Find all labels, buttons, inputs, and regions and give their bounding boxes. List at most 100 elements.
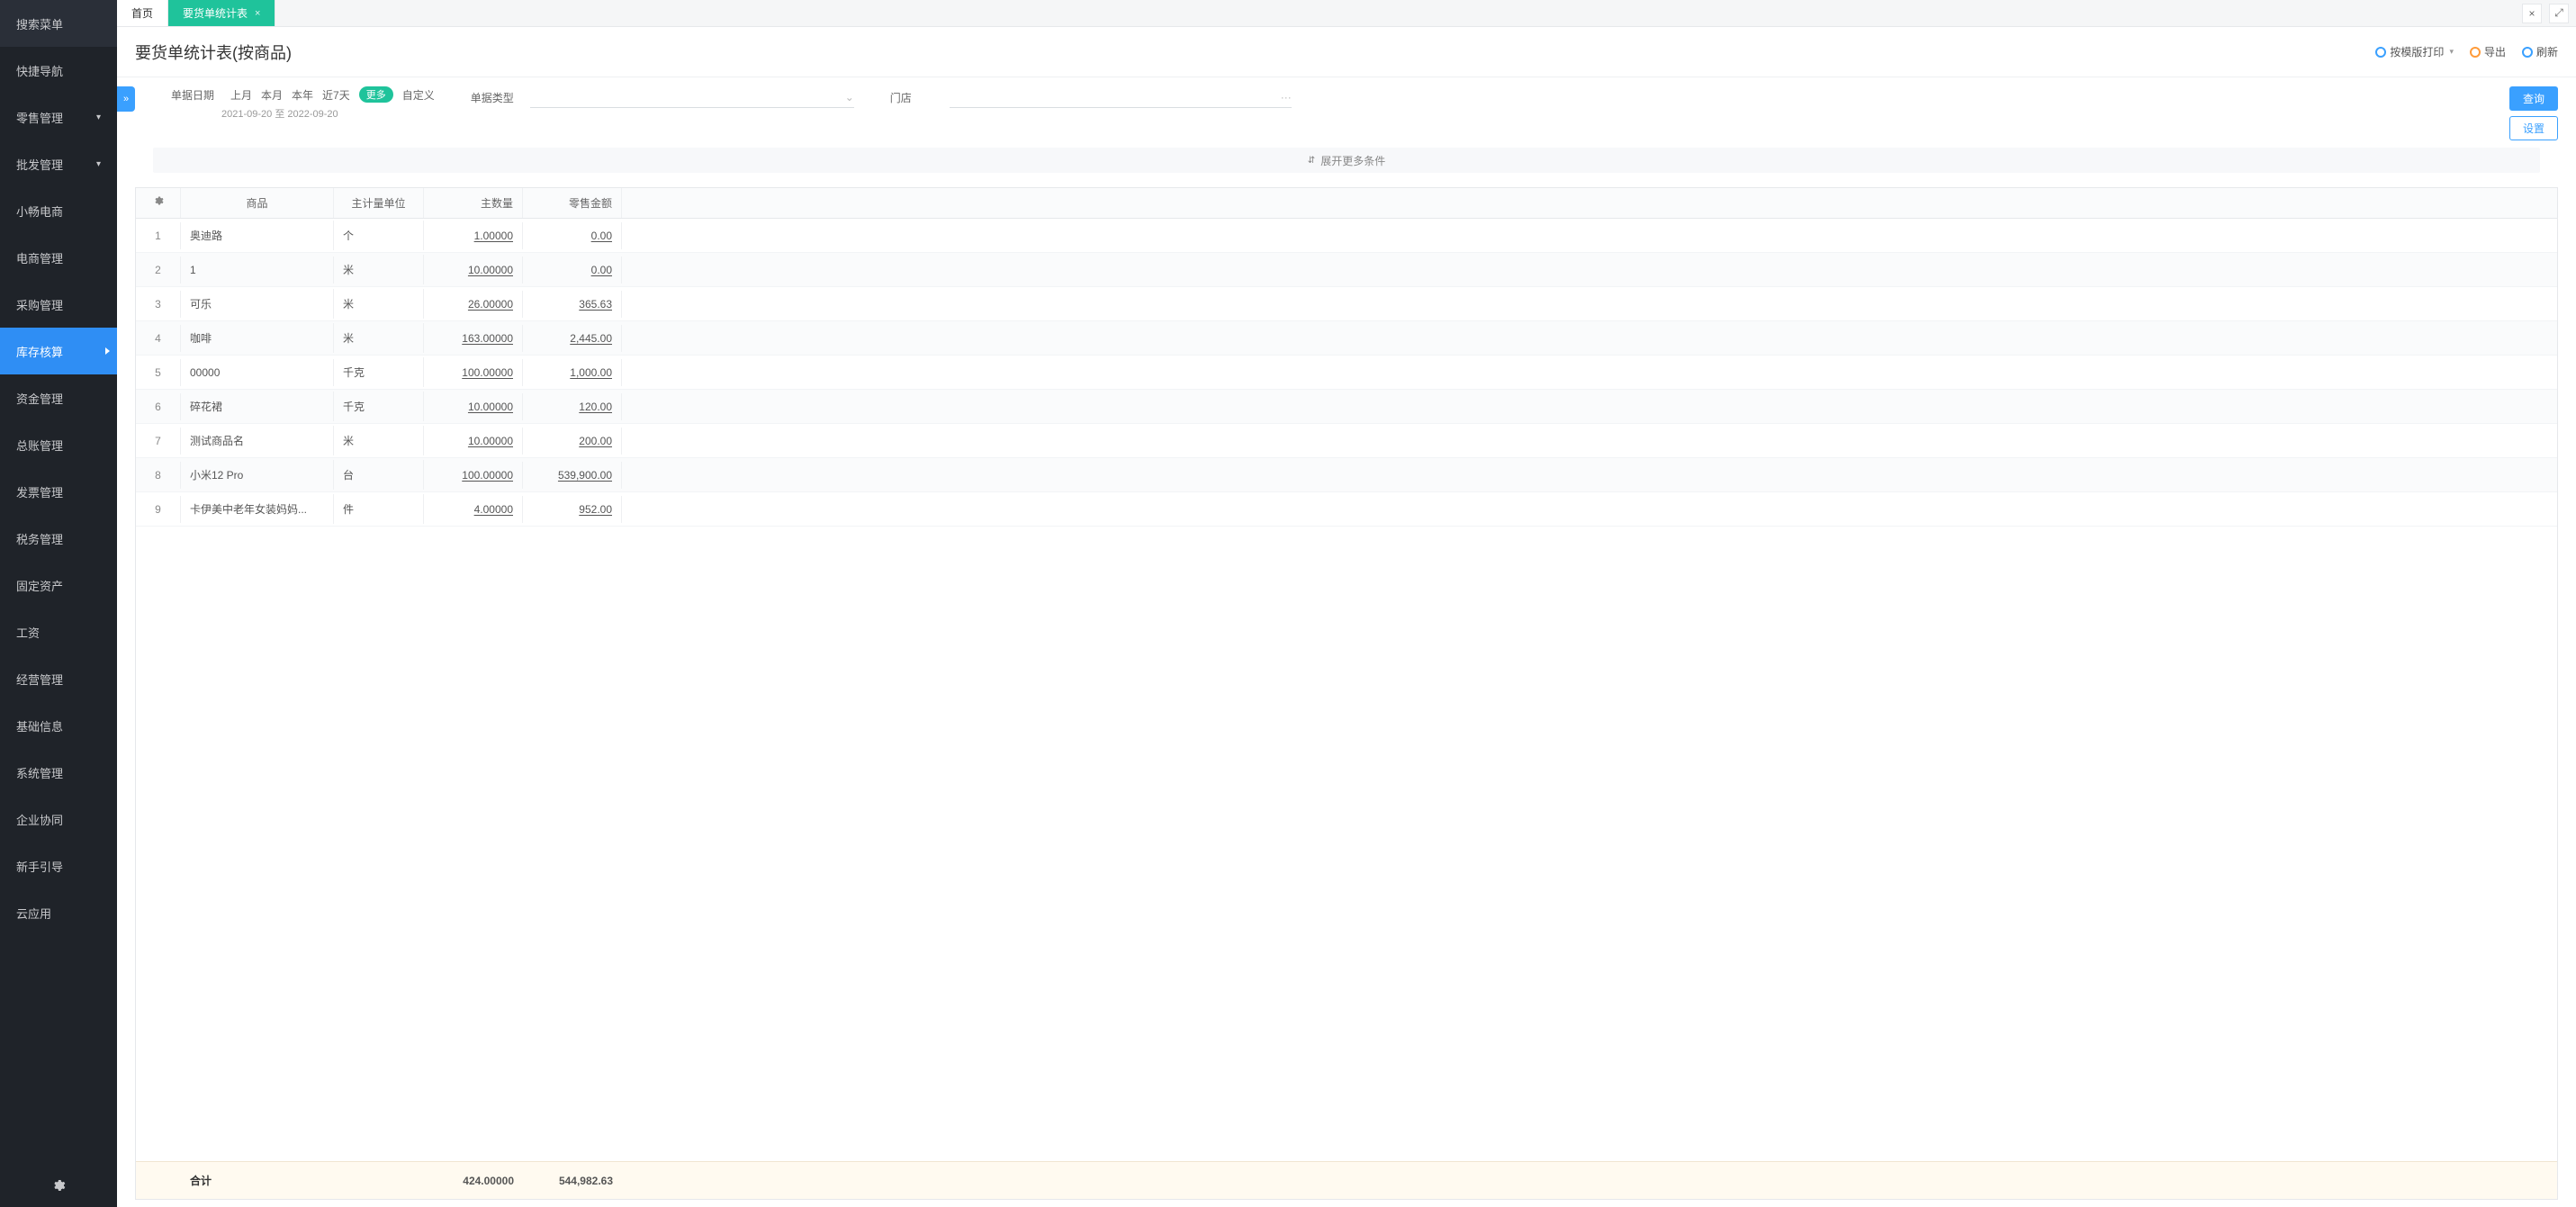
tab-home-label: 首页 [131, 5, 153, 21]
sidebar-item-14[interactable]: 经营管理 [0, 655, 117, 702]
table-row[interactable]: 8小米12 Pro台100.00000539,900.00 [136, 458, 2557, 492]
sidebar-item-17[interactable]: 企业协同 [0, 796, 117, 842]
qty-link[interactable]: 1.00000 [474, 230, 513, 242]
expand-icon[interactable]: ⤢ [2549, 4, 2569, 23]
query-button[interactable]: 查询 [2509, 86, 2558, 111]
chevron-down-icon: ⌄ [845, 91, 854, 104]
qty-link[interactable]: 26.00000 [468, 298, 513, 311]
sidebar-item-19[interactable]: 云应用 [0, 889, 117, 936]
page-title: 要货单统计表(按商品) [135, 41, 292, 64]
refresh-button[interactable]: 刷新 [2522, 44, 2558, 59]
store-label: 门店 [890, 90, 941, 105]
table-row[interactable]: 3可乐米26.00000365.63 [136, 287, 2557, 321]
sidebar-item-5[interactable]: 电商管理 [0, 234, 117, 281]
table-row[interactable]: 4咖啡米163.000002,445.00 [136, 321, 2557, 356]
sidebar-item-15[interactable]: 基础信息 [0, 702, 117, 749]
amount-link[interactable]: 952.00 [579, 503, 612, 516]
filter-store: 门店 ··· [890, 86, 1292, 108]
table-row[interactable]: 9卡伊美中老年女装妈妈...件4.00000952.00 [136, 492, 2557, 527]
amount-link[interactable]: 200.00 [579, 435, 612, 447]
th-qty[interactable]: 主数量 [424, 188, 523, 218]
amount-link[interactable]: 120.00 [579, 401, 612, 413]
cell-qty: 4.00000 [424, 496, 523, 523]
gear-icon[interactable] [51, 1178, 66, 1193]
doc-type-select[interactable]: ⌄ [530, 86, 854, 108]
qty-link[interactable]: 100.00000 [462, 469, 513, 482]
print-button[interactable]: 按模版打印 ▾ [2375, 44, 2454, 59]
table-row[interactable]: 21米10.000000.00 [136, 253, 2557, 287]
sidebar-item-1[interactable]: 快捷导航 [0, 47, 117, 94]
close-all-icon[interactable]: × [2522, 4, 2542, 23]
th-amount[interactable]: 零售金额 [523, 188, 622, 218]
amount-link[interactable]: 0.00 [591, 230, 612, 242]
amount-link[interactable]: 365.63 [579, 298, 612, 311]
sidebar-item-10[interactable]: 发票管理 [0, 468, 117, 515]
table-footer: 合计 424.00000 544,982.63 [136, 1161, 2557, 1199]
filter-collapse-toggle[interactable]: » [117, 86, 135, 112]
sidebar-item-13[interactable]: 工资 [0, 608, 117, 655]
amount-link[interactable]: 0.00 [591, 264, 612, 276]
qty-link[interactable]: 100.00000 [462, 366, 513, 379]
amount-link[interactable]: 1,000.00 [570, 366, 612, 379]
sidebar-item-7[interactable]: 库存核算 [0, 328, 117, 374]
table-row[interactable]: 7测试商品名米10.00000200.00 [136, 424, 2557, 458]
qty-link[interactable]: 4.00000 [474, 503, 513, 516]
page-head: 要货单统计表(按商品) 按模版打印 ▾ 导出 刷新 [117, 27, 2576, 77]
cell-amount: 120.00 [523, 393, 622, 420]
quick-more-badge[interactable]: 更多 [359, 86, 393, 103]
th-gear[interactable] [136, 188, 181, 218]
close-icon[interactable]: × [255, 8, 260, 19]
sidebar-item-9[interactable]: 总账管理 [0, 421, 117, 468]
sidebar-item-3[interactable]: 批发管理▾ [0, 140, 117, 187]
quick-this-year[interactable]: 本年 [292, 87, 313, 103]
qty-link[interactable]: 163.00000 [462, 332, 513, 345]
cell-idx: 8 [136, 462, 181, 489]
sidebar-item-16[interactable]: 系统管理 [0, 749, 117, 796]
settings-button[interactable]: 设置 [2509, 116, 2558, 140]
quick-last-month[interactable]: 上月 [230, 87, 252, 103]
sidebar-item-11[interactable]: 税务管理 [0, 515, 117, 562]
cell-unit: 台 [334, 460, 424, 490]
expand-filters-button[interactable]: ⇵ 展开更多条件 [153, 148, 2540, 173]
sidebar-item-4[interactable]: 小畅电商 [0, 187, 117, 234]
sidebar-item-label: 库存核算 [16, 343, 63, 360]
data-table: 商品 主计量单位 主数量 零售金额 1奥迪路个1.000000.0021米10.… [135, 187, 2558, 1200]
sidebar-item-label: 经营管理 [16, 671, 63, 688]
amount-link[interactable]: 2,445.00 [570, 332, 612, 345]
gear-icon [153, 195, 164, 206]
sidebar-item-0[interactable]: 搜索菜单 [0, 0, 117, 47]
sidebar-item-label: 工资 [16, 624, 40, 641]
table-row[interactable]: 1奥迪路个1.000000.00 [136, 219, 2557, 253]
cell-amount: 1,000.00 [523, 359, 622, 386]
quick-last7[interactable]: 近7天 [322, 87, 350, 103]
export-button[interactable]: 导出 [2470, 44, 2506, 59]
sidebar-item-12[interactable]: 固定资产 [0, 562, 117, 608]
quick-this-month[interactable]: 本月 [261, 87, 283, 103]
th-product[interactable]: 商品 [181, 188, 334, 218]
store-select[interactable]: ··· [950, 86, 1292, 108]
qty-link[interactable]: 10.00000 [468, 401, 513, 413]
sidebar-item-label: 企业协同 [16, 811, 63, 828]
cell-product: 咖啡 [181, 323, 334, 353]
cell-product: 00000 [181, 359, 334, 386]
sidebar-item-label: 总账管理 [16, 437, 63, 454]
sidebar-item-label: 批发管理 [16, 156, 63, 173]
th-unit[interactable]: 主计量单位 [334, 188, 424, 218]
tab-home[interactable]: 首页 [117, 0, 168, 26]
sidebar-item-8[interactable]: 资金管理 [0, 374, 117, 421]
cell-unit: 件 [334, 494, 424, 524]
table-row[interactable]: 500000千克100.000001,000.00 [136, 356, 2557, 390]
tabbar-actions: × ⤢ [2522, 0, 2576, 26]
chevron-down-icon: ▾ [2449, 47, 2454, 57]
qty-link[interactable]: 10.00000 [468, 264, 513, 276]
sidebar-item-2[interactable]: 零售管理▾ [0, 94, 117, 140]
quick-custom[interactable]: 自定义 [402, 87, 435, 103]
table-row[interactable]: 6碎花裙千克10.00000120.00 [136, 390, 2557, 424]
cell-idx: 1 [136, 222, 181, 249]
sidebar-item-6[interactable]: 采购管理 [0, 281, 117, 328]
cell-unit: 千克 [334, 357, 424, 387]
tab-active[interactable]: 要货单统计表 × [168, 0, 275, 26]
amount-link[interactable]: 539,900.00 [558, 469, 612, 482]
qty-link[interactable]: 10.00000 [468, 435, 513, 447]
sidebar-item-18[interactable]: 新手引导 [0, 842, 117, 889]
